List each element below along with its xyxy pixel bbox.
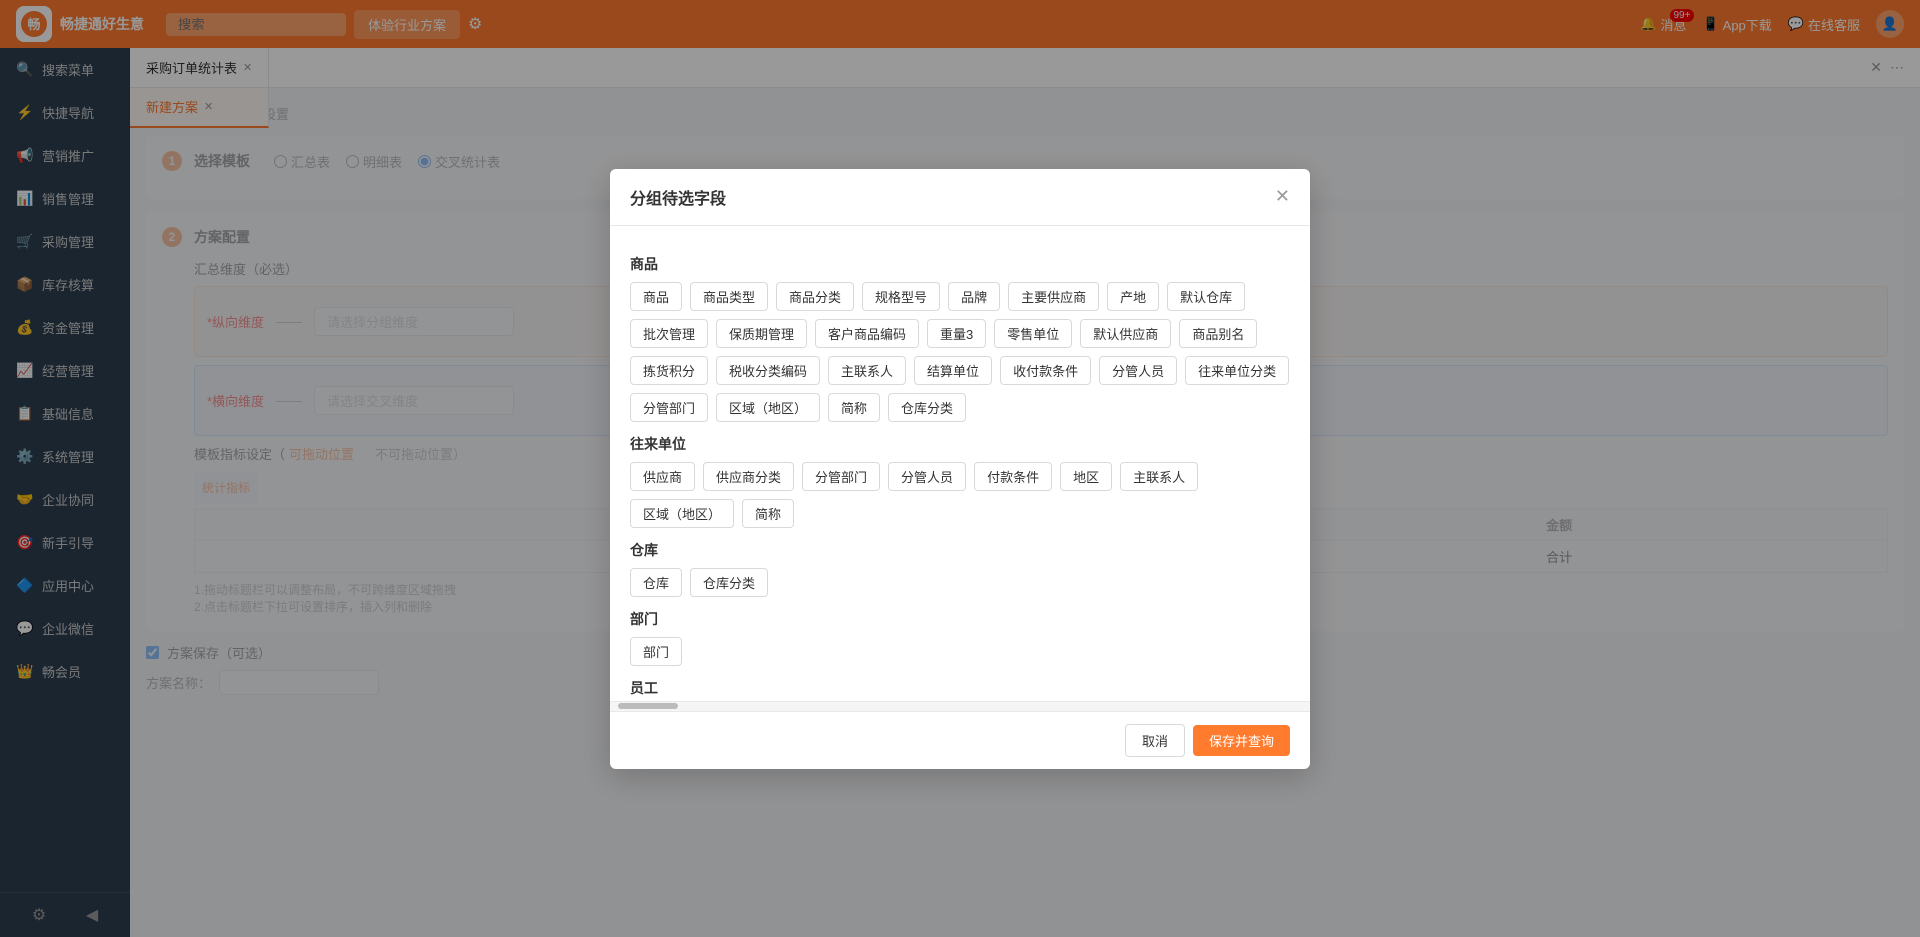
tag-1-7[interactable]: 区域（地区）: [630, 499, 734, 528]
tag-2-0[interactable]: 仓库: [630, 568, 682, 597]
section-title-2: 仓库: [630, 540, 1290, 560]
section-title-4: 员工: [630, 678, 1290, 698]
tag-0-1[interactable]: 商品类型: [690, 282, 768, 311]
section-tags-2: 仓库仓库分类: [630, 568, 1290, 597]
tag-1-6[interactable]: 主联系人: [1120, 462, 1198, 491]
tag-1-2[interactable]: 分管部门: [802, 462, 880, 491]
tag-0-15[interactable]: 拣货积分: [630, 356, 708, 385]
tag-0-14[interactable]: 商品别名: [1179, 319, 1257, 348]
tag-0-13[interactable]: 默认供应商: [1080, 319, 1171, 348]
tag-1-4[interactable]: 付款条件: [974, 462, 1052, 491]
tag-0-10[interactable]: 客户商品编码: [815, 319, 919, 348]
tag-0-16[interactable]: 税收分类编码: [716, 356, 820, 385]
tag-0-11[interactable]: 重量3: [927, 319, 986, 348]
tag-0-4[interactable]: 品牌: [948, 282, 1000, 311]
tag-1-3[interactable]: 分管人员: [888, 462, 966, 491]
tag-0-17[interactable]: 主联系人: [828, 356, 906, 385]
tag-0-5[interactable]: 主要供应商: [1008, 282, 1099, 311]
tag-0-24[interactable]: 简称: [828, 393, 880, 422]
tag-0-8[interactable]: 批次管理: [630, 319, 708, 348]
tag-0-20[interactable]: 分管人员: [1099, 356, 1177, 385]
modal-overlay: 分组待选字段 ✕ 商品商品商品类型商品分类规格型号品牌主要供应商产地默认仓库批次…: [0, 0, 1920, 937]
tag-0-18[interactable]: 结算单位: [914, 356, 992, 385]
tag-0-9[interactable]: 保质期管理: [716, 319, 807, 348]
tag-0-21[interactable]: 往来单位分类: [1185, 356, 1289, 385]
section-tags-1: 供应商供应商分类分管部门分管人员付款条件地区主联系人区域（地区） 简称: [630, 462, 1290, 528]
tag-1-5[interactable]: 地区: [1060, 462, 1112, 491]
tag-1-1[interactable]: 供应商分类: [703, 462, 794, 491]
tag-1-0[interactable]: 供应商: [630, 462, 695, 491]
cancel-button[interactable]: 取消: [1125, 724, 1185, 757]
modal-body: 商品商品商品类型商品分类规格型号品牌主要供应商产地默认仓库批次管理保质期管理客户…: [610, 226, 1310, 701]
tag-3-0[interactable]: 部门: [630, 637, 682, 666]
section-tags-0: 商品商品类型商品分类规格型号品牌主要供应商产地默认仓库批次管理保质期管理客户商品…: [630, 282, 1290, 422]
section-title-3: 部门: [630, 609, 1290, 629]
section-title-0: 商品: [630, 254, 1290, 274]
tag-0-25[interactable]: 仓库分类: [888, 393, 966, 422]
tag-0-2[interactable]: 商品分类: [776, 282, 854, 311]
modal-footer: 取消 保存并查询: [610, 711, 1310, 769]
tag-0-6[interactable]: 产地: [1107, 282, 1159, 311]
modal-header: 分组待选字段 ✕: [610, 169, 1310, 226]
section-title-1: 往来单位: [630, 434, 1290, 454]
modal-title: 分组待选字段: [630, 185, 726, 209]
hscroll-thumb: [618, 703, 678, 709]
tag-0-22[interactable]: 分管部门: [630, 393, 708, 422]
confirm-button[interactable]: 保存并查询: [1193, 725, 1290, 756]
section-tags-3: 部门: [630, 637, 1290, 666]
tag-0-7[interactable]: 默认仓库: [1167, 282, 1245, 311]
tag-2-1[interactable]: 仓库分类: [690, 568, 768, 597]
tag-0-19[interactable]: 收付款条件: [1000, 356, 1091, 385]
modal-hscroll[interactable]: [610, 701, 1310, 711]
tag-0-23[interactable]: 区域（地区）: [716, 393, 820, 422]
modal-dialog: 分组待选字段 ✕ 商品商品商品类型商品分类规格型号品牌主要供应商产地默认仓库批次…: [610, 169, 1310, 769]
modal-close-button[interactable]: ✕: [1275, 186, 1290, 207]
tag-0-3[interactable]: 规格型号: [862, 282, 940, 311]
tag-0-12[interactable]: 零售单位: [994, 319, 1072, 348]
tag-0-0[interactable]: 商品: [630, 282, 682, 311]
tag-1-8[interactable]: 简称: [742, 499, 794, 528]
